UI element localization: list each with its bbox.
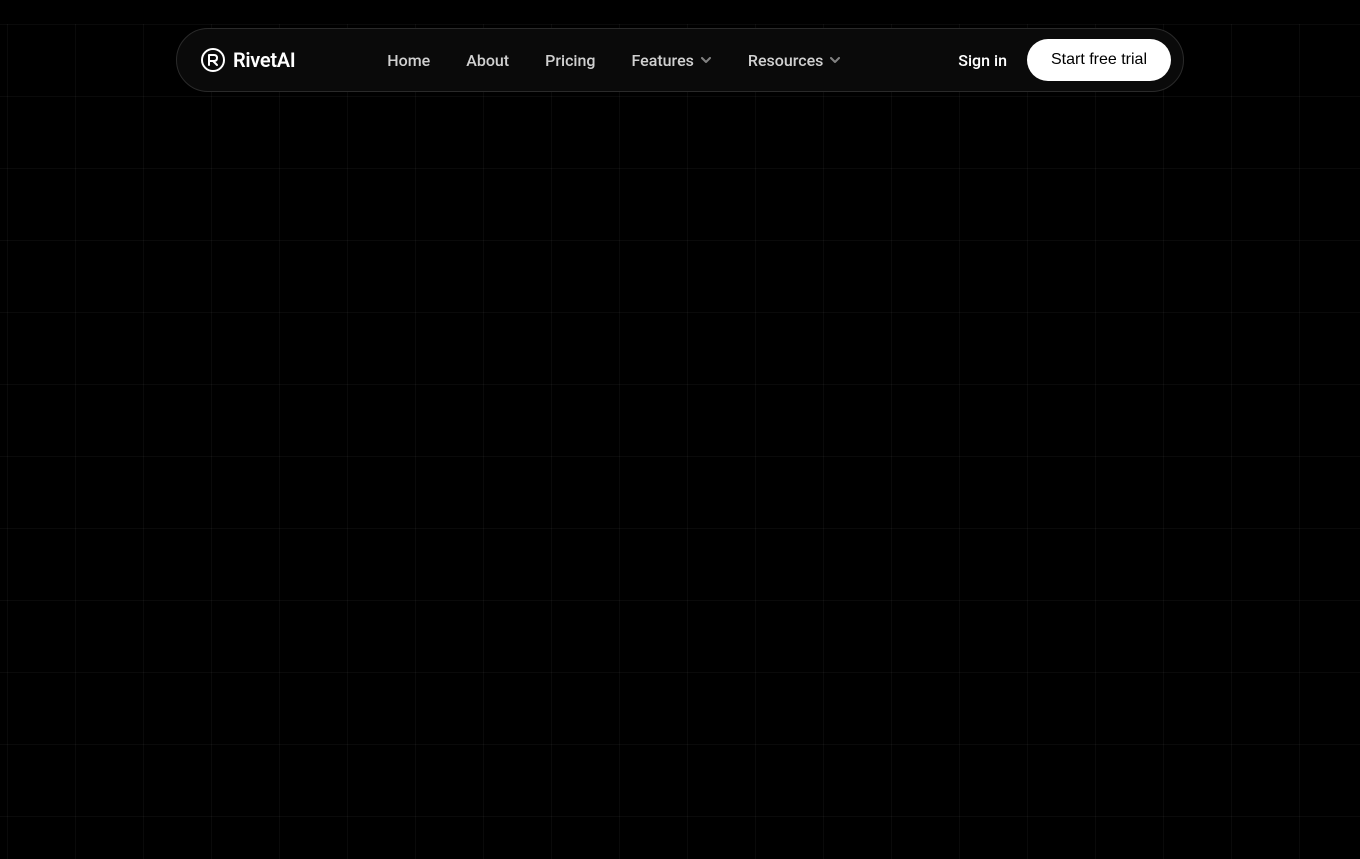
nav-right: Sign in Start free trial (958, 39, 1171, 81)
nav-link-label: Resources (748, 51, 824, 70)
brand-name: RivetAI (233, 48, 295, 72)
nav-link-resources[interactable]: Resources (748, 51, 842, 70)
logo[interactable]: RivetAI (201, 48, 295, 72)
nav-link-features[interactable]: Features (631, 51, 711, 70)
nav-link-pricing[interactable]: Pricing (545, 51, 595, 70)
chevron-down-icon (829, 54, 841, 66)
sign-in-link[interactable]: Sign in (958, 51, 1007, 70)
nav-link-home[interactable]: Home (387, 51, 430, 70)
grid-background (0, 24, 1360, 859)
chevron-down-icon (700, 54, 712, 66)
nav-link-label: Features (631, 51, 693, 70)
nav-link-label: Home (387, 51, 430, 70)
nav-link-about[interactable]: About (466, 51, 509, 70)
start-free-trial-button[interactable]: Start free trial (1027, 39, 1171, 81)
logo-icon (201, 48, 225, 72)
nav-link-label: Pricing (545, 51, 595, 70)
nav-links: Home About Pricing Features Resources (387, 51, 841, 70)
navbar: RivetAI Home About Pricing Features Reso… (176, 28, 1184, 92)
nav-link-label: About (466, 51, 509, 70)
